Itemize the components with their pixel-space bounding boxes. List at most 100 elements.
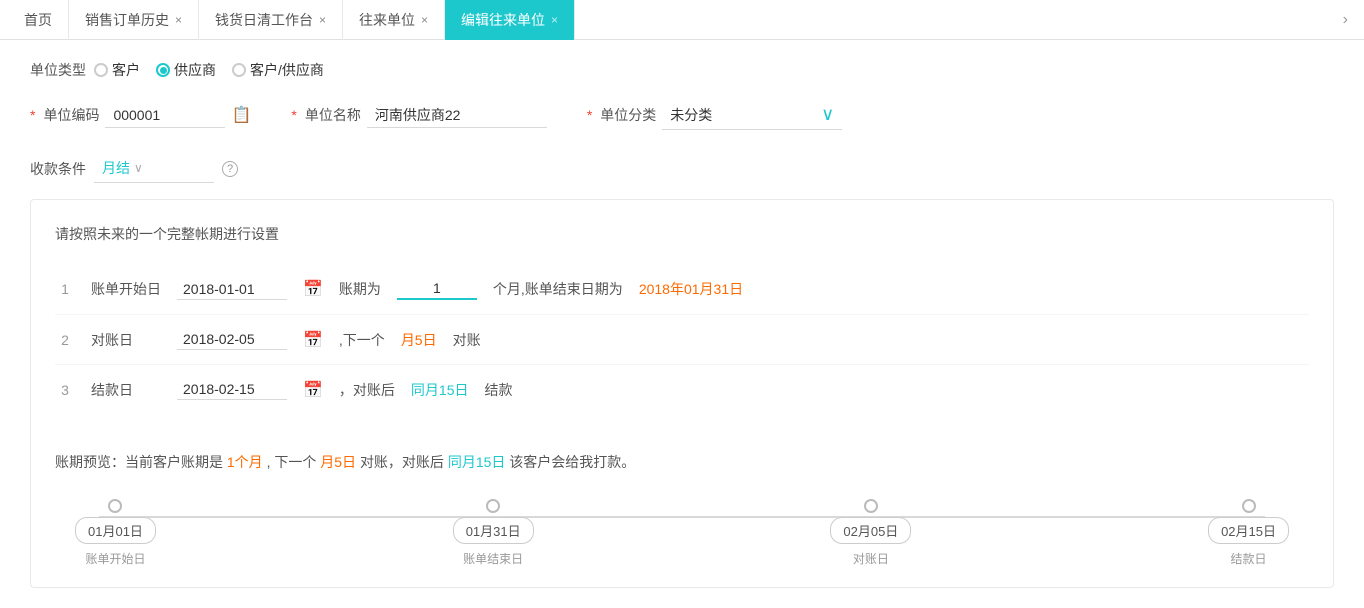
row-2-suffix-prefix: ,下一个 <box>339 330 385 350</box>
row-3-suffix-prefix: ，对账后 <box>339 380 395 400</box>
row-3-calendar-icon[interactable]: 📅 <box>303 380 323 400</box>
timeline-point-3: 02月05日 对账日 <box>830 499 911 567</box>
tab-sales-history-label: 销售订单历史 <box>85 10 169 30</box>
payment-condition-value: 月结 <box>102 158 130 178</box>
tab-home[interactable]: 首页 <box>8 0 69 40</box>
unit-category-star: * <box>587 107 592 123</box>
row-1-date-input[interactable] <box>177 279 287 300</box>
unit-category-value: 未分类 <box>670 105 712 125</box>
preview-part2: , 下一个 <box>267 454 317 470</box>
timeline-node-2: 01月31日 <box>453 517 534 544</box>
row-2-date-input[interactable] <box>177 329 287 350</box>
preview-label: 账期预览：当前客户账期是 <box>55 454 223 470</box>
row-2-field-label: 对账日 <box>91 330 161 350</box>
tab-cash-daily[interactable]: 钱货日清工作台 × <box>199 0 343 40</box>
settings-card: 请按照未来的一个完整帐期进行设置 1 账单开始日 📅 账期为 个月,账单结束日期… <box>30 199 1334 588</box>
row-2-calendar-icon[interactable]: 📅 <box>303 330 323 350</box>
timeline-node-1: 01月01日 <box>75 517 156 544</box>
radio-customer-label: 客户 <box>112 60 140 80</box>
row-3-suffix-text: 结款 <box>485 380 513 400</box>
preview-part3: 月5日 <box>320 454 356 470</box>
unit-type-radio-group: 客户 供应商 客户/供应商 <box>94 60 324 80</box>
radio-supplier-label: 供应商 <box>174 60 216 80</box>
tab-partner-units-close[interactable]: × <box>421 13 428 27</box>
unit-code-group: * 单位编码 📋 <box>30 103 251 128</box>
tab-edit-partner[interactable]: 编辑往来单位 × <box>445 0 575 40</box>
setting-row-1: 1 账单开始日 📅 账期为 个月,账单结束日期为 2018年01月31日 <box>55 264 1309 315</box>
row-1-field-label: 账单开始日 <box>91 279 161 299</box>
unit-name-input[interactable] <box>367 103 547 128</box>
timeline-points: 01月01日 账单开始日 01月31日 账单结束日 02月05日 对账日 <box>75 499 1289 567</box>
row-2-number: 2 <box>55 332 75 348</box>
radio-customer-supplier-label: 客户/供应商 <box>250 60 324 80</box>
timeline-dot-3 <box>864 499 878 513</box>
timeline-dot-1 <box>108 499 122 513</box>
unit-code-input[interactable] <box>105 103 225 128</box>
payment-row: 收款条件 月结 ∨ ? <box>30 154 1334 183</box>
row-3-field-label: 结款日 <box>91 380 161 400</box>
row-1-number: 1 <box>55 281 75 297</box>
unit-category-group: * 单位分类 未分类 ∨ <box>587 100 842 130</box>
row-1-period-end: 2018年01月31日 <box>639 279 743 299</box>
timeline: 01月01日 账单开始日 01月31日 账单结束日 02月05日 对账日 <box>55 499 1309 567</box>
main-content: 单位类型 客户 供应商 客户/供应商 * 单位编码 📋 * <box>0 40 1364 608</box>
preview-section: 账期预览：当前客户账期是 1个月 , 下一个 月5日 对账，对账后 同月15日 … <box>55 434 1309 567</box>
row-1-calendar-icon[interactable]: 📅 <box>303 279 323 299</box>
row-1-period-label: 账期为 <box>339 279 381 299</box>
preview-part5: 同月15日 <box>448 454 506 470</box>
preview-part6: 该客户会给我打款。 <box>509 454 635 470</box>
row-3-date-input[interactable] <box>177 379 287 400</box>
fields-row: * 单位编码 📋 * 单位名称 * 单位分类 未分类 ∨ <box>30 100 1334 130</box>
timeline-node-4: 02月15日 <box>1208 517 1289 544</box>
tab-cash-daily-label: 钱货日清工作台 <box>215 10 313 30</box>
unit-code-icon[interactable]: 📋 <box>231 105 251 125</box>
row-1-period-input[interactable] <box>397 278 477 300</box>
timeline-dot-4 <box>1242 499 1256 513</box>
unit-category-label: 单位分类 <box>600 105 656 125</box>
row-3-number: 3 <box>55 382 75 398</box>
unit-category-chevron-icon: ∨ <box>821 104 834 125</box>
unit-category-select[interactable]: 未分类 ∨ <box>662 100 842 130</box>
unit-type-label: 单位类型 <box>30 60 86 80</box>
unit-code-label: 单位编码 <box>43 105 99 125</box>
unit-type-row: 单位类型 客户 供应商 客户/供应商 <box>30 60 1334 80</box>
tab-edit-partner-label: 编辑往来单位 <box>461 10 545 30</box>
row-1-period-unit: 个月,账单结束日期为 <box>493 279 623 299</box>
tab-partner-units-label: 往来单位 <box>359 10 415 30</box>
tab-sales-history[interactable]: 销售订单历史 × <box>69 0 199 40</box>
timeline-node-3: 02月05日 <box>830 517 911 544</box>
tab-home-label: 首页 <box>24 10 52 30</box>
timeline-label-3: 对账日 <box>853 550 889 567</box>
payment-condition-label: 收款条件 <box>30 159 86 179</box>
timeline-point-2: 01月31日 账单结束日 <box>453 499 534 567</box>
timeline-label-2: 账单结束日 <box>463 550 523 567</box>
payment-condition-chevron-icon: ∨ <box>134 161 143 175</box>
tab-edit-partner-close[interactable]: × <box>551 13 558 27</box>
unit-name-star: * <box>291 107 296 123</box>
radio-customer[interactable]: 客户 <box>94 60 140 80</box>
row-3-suffix-highlight: 同月15日 <box>411 380 469 400</box>
row-2-suffix-highlight: 月5日 <box>401 330 437 350</box>
preview-part4: 对账，对账后 <box>360 454 444 470</box>
preview-part1: 1个月 <box>227 454 263 470</box>
help-icon[interactable]: ? <box>222 161 238 177</box>
radio-supplier[interactable]: 供应商 <box>156 60 216 80</box>
radio-supplier-circle <box>156 63 170 77</box>
radio-customer-supplier-circle <box>232 63 246 77</box>
radio-customer-supplier[interactable]: 客户/供应商 <box>232 60 324 80</box>
tab-partner-units[interactable]: 往来单位 × <box>343 0 445 40</box>
unit-name-group: * 单位名称 <box>291 103 546 128</box>
unit-code-star: * <box>30 107 35 123</box>
radio-customer-circle <box>94 63 108 77</box>
timeline-dot-2 <box>486 499 500 513</box>
tab-cash-daily-close[interactable]: × <box>319 13 326 27</box>
tab-bar: 首页 销售订单历史 × 钱货日清工作台 × 往来单位 × 编辑往来单位 × › <box>0 0 1364 40</box>
preview-text: 账期预览：当前客户账期是 1个月 , 下一个 月5日 对账，对账后 同月15日 … <box>55 450 1309 475</box>
tab-sales-history-close[interactable]: × <box>175 13 182 27</box>
card-instruction: 请按照未来的一个完整帐期进行设置 <box>55 224 1309 244</box>
payment-condition-select[interactable]: 月结 ∨ <box>94 154 214 183</box>
unit-name-label: 单位名称 <box>305 105 361 125</box>
tab-more-arrow[interactable]: › <box>1335 11 1356 29</box>
timeline-point-1: 01月01日 账单开始日 <box>75 499 156 567</box>
timeline-label-4: 结款日 <box>1231 550 1267 567</box>
